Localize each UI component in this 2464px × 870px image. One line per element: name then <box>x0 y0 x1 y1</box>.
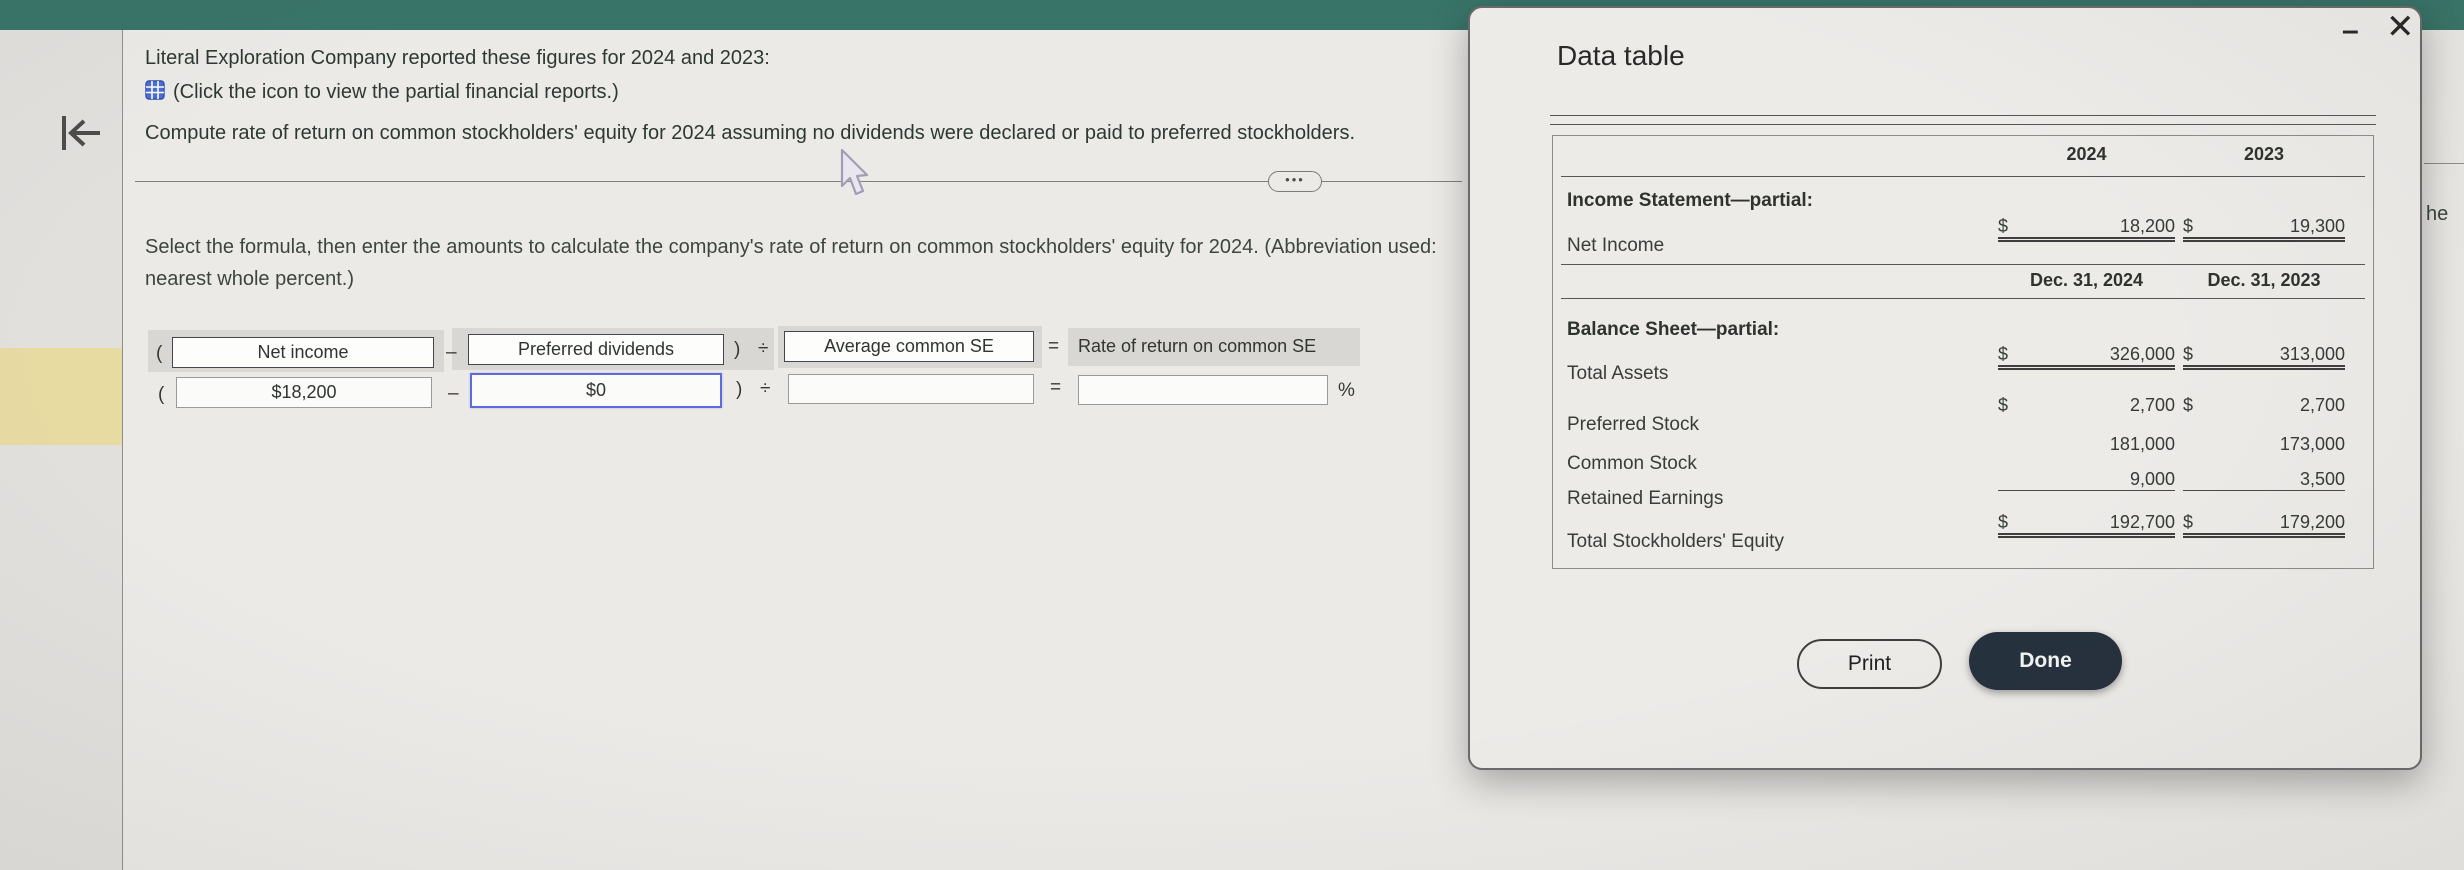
table-row: 9,000 3,500 Retained Earnings <box>1553 466 2373 512</box>
income-statement-section-label: Income Statement—partial: <box>1567 190 1813 211</box>
table-top-rule <box>1550 115 2376 116</box>
dollar-sign: $ <box>1998 344 2009 364</box>
open-paren-row1: ( <box>156 343 163 364</box>
financial-data-table: 2024 2023 Income Statement—partial: $18,… <box>1552 135 2374 569</box>
rule-under-net-income <box>1561 264 2365 265</box>
formula-result-label: Rate of return on common SE <box>1078 336 1317 356</box>
row-label: Total Stockholders' Equity <box>1567 531 1784 552</box>
date-header-2024: Dec. 31, 2024 <box>2029 270 2144 290</box>
equals-row2: = <box>1050 377 1062 398</box>
section-divider-right-fragment <box>2424 163 2464 164</box>
formula-select-preferred-dividends[interactable]: Preferred dividends <box>468 334 724 365</box>
section-divider <box>135 181 1462 182</box>
minus-row2: – <box>448 383 459 404</box>
average-common-se-amount-input[interactable] <box>788 374 1034 404</box>
amount-2024: 18,200 <box>2119 216 2175 236</box>
divide-sign-row2: ÷ <box>760 378 771 399</box>
amount-2023: 313,000 <box>2279 344 2345 364</box>
close-paren-row1: ) <box>734 339 741 360</box>
close-paren-row2: ) <box>736 379 743 400</box>
dollar-sign: $ <box>2183 216 2194 236</box>
print-button[interactable]: Print <box>1797 639 1942 689</box>
amount-2023: 19,300 <box>2289 216 2345 236</box>
year-header-2023: 2023 <box>2243 144 2285 164</box>
dollar-sign: $ <box>1998 512 2009 532</box>
close-icon[interactable]: ✕ <box>2386 10 2415 44</box>
financial-reports-table-icon[interactable] <box>145 80 165 105</box>
amount-2024: 181,000 <box>2109 434 2175 454</box>
formula-select-average-common-se[interactable]: Average common SE <box>784 331 1034 362</box>
net-income-amount-input[interactable] <box>176 377 432 408</box>
table-row: $192,700 $179,200 Total Stockholders' Eq… <box>1553 509 2373 555</box>
minus-row1: – <box>446 342 457 363</box>
balance-sheet-section-label: Balance Sheet—partial: <box>1567 319 1780 340</box>
question-icon-caption: (Click the icon to view the partial fina… <box>173 81 619 103</box>
amount-2024: 326,000 <box>2109 344 2175 364</box>
open-paren-row2: ( <box>158 384 165 405</box>
left-sidebar <box>0 30 123 870</box>
row-label: Retained Earnings <box>1567 488 1724 509</box>
question-icon-row: (Click the icon to view the partial fina… <box>145 80 619 105</box>
minimize-icon[interactable]: – <box>2342 16 2359 46</box>
instruction-line-2: nearest whole percent.) <box>145 268 355 290</box>
amount-2023: 2,700 <box>2299 395 2345 415</box>
done-button[interactable]: Done <box>1969 632 2122 690</box>
rule-under-date-header <box>1561 298 2365 299</box>
divide-sign-row1: ÷ <box>758 338 769 359</box>
dollar-sign: $ <box>2183 395 2194 415</box>
rate-of-return-result-input[interactable] <box>1078 375 1328 405</box>
dollar-sign: $ <box>1998 216 2009 236</box>
amount-2023: 179,200 <box>2279 512 2345 532</box>
table-row: $326,000 $313,000 Total Assets <box>1553 341 2373 387</box>
question-line-2: Compute rate of return on common stockho… <box>145 122 1356 144</box>
date-header-row: Dec. 31, 2024 Dec. 31, 2023 <box>1553 270 2373 292</box>
amount-2024: 2,700 <box>2129 395 2175 415</box>
table-top-rule-2 <box>1550 124 2376 125</box>
row-label: Total Assets <box>1567 363 1669 384</box>
rule-under-year-header <box>1561 176 2365 177</box>
instruction-line-1: Select the formula, then enter the amoun… <box>145 236 1437 258</box>
amount-2023: 3,500 <box>2299 469 2345 489</box>
year-header-row: 2024 2023 <box>1553 144 2373 166</box>
amount-2024: 9,000 <box>2129 469 2175 489</box>
data-table-dialog: Data table – ✕ 2024 2023 Income Statemen… <box>1468 6 2422 770</box>
collapse-panel-icon[interactable] <box>56 110 104 156</box>
dollar-sign: $ <box>1998 395 2009 415</box>
date-header-2023: Dec. 31, 2023 <box>2207 270 2321 290</box>
row-label: Net Income <box>1567 235 1665 256</box>
question-line-1: Literal Exploration Company reported the… <box>145 47 770 69</box>
dollar-sign: $ <box>2183 344 2194 364</box>
screen: Literal Exploration Company reported the… <box>0 0 2464 870</box>
amount-2024: 192,700 <box>2109 512 2175 532</box>
dollar-sign: $ <box>2183 512 2194 532</box>
ellipsis-expander-handle[interactable]: ••• <box>1268 171 1322 192</box>
equals-row1: = <box>1048 336 1060 357</box>
mouse-cursor <box>838 148 872 203</box>
amount-2023: 173,000 <box>2279 434 2345 454</box>
preferred-dividends-amount-input[interactable] <box>470 373 722 408</box>
formula-select-net-income[interactable]: Net income <box>172 337 434 368</box>
dialog-title: Data table <box>1557 40 1685 71</box>
sidebar-highlight-block <box>0 348 122 445</box>
year-header-2024: 2024 <box>2066 144 2107 164</box>
table-row: $18,200 $19,300 Net Income <box>1553 213 2373 259</box>
percent-sign: % <box>1338 380 1355 401</box>
clipped-edge-text: he <box>2426 203 2449 225</box>
